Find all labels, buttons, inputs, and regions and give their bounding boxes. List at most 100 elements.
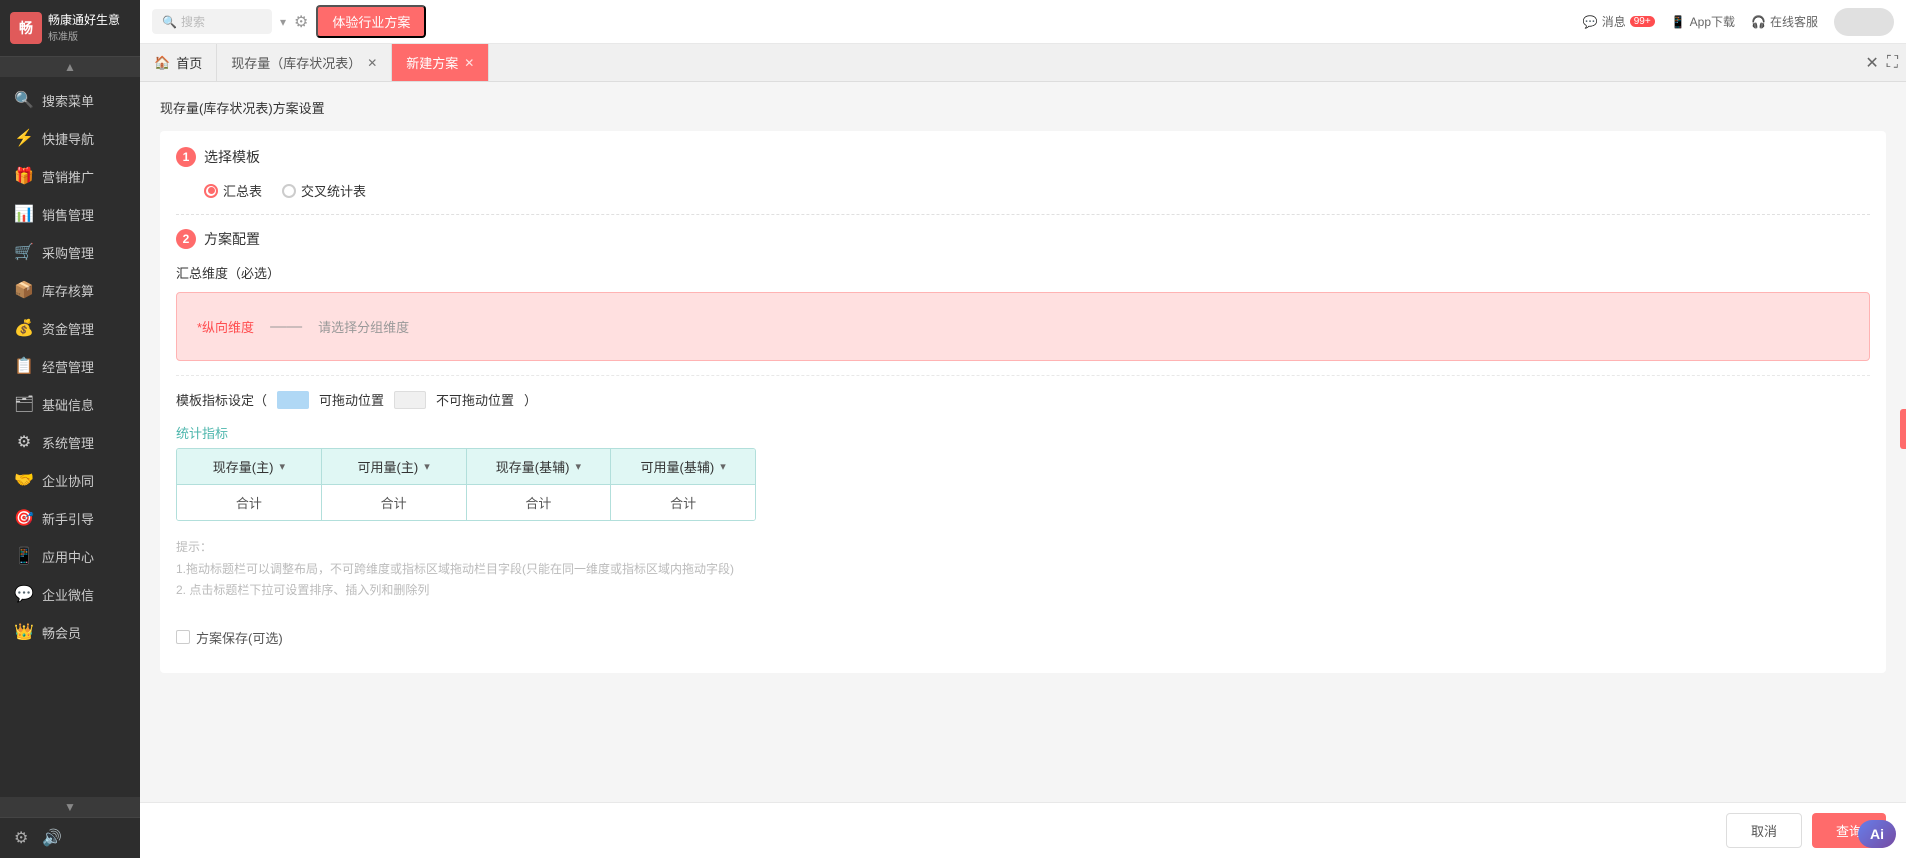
member-icon: 👑 [14, 622, 34, 642]
maximize-window-icon[interactable]: ⛶ [1887, 54, 1898, 72]
marketing-icon: 🎁 [14, 166, 34, 186]
cell1: 合计 [322, 485, 467, 520]
save-checkbox[interactable] [176, 630, 190, 644]
tip2: 2. 点击标题栏下拉可设置排序、插入列和删除列 [176, 580, 1870, 602]
sidebar-item-wechat[interactable]: 💬 企业微信 [0, 575, 140, 613]
scheme-settings-card: 1 选择模板 汇总表 交叉统计表 2 方案配置 汇总维度（必选） [160, 131, 1886, 673]
sidebar-item-shortcut[interactable]: ⚡ 快捷导航 [0, 119, 140, 157]
cell0: 合计 [177, 485, 322, 520]
radio-summary[interactable]: 汇总表 [204, 181, 262, 200]
col1-chevron-icon: ▾ [424, 460, 430, 473]
non-draggable-indicator [394, 391, 426, 409]
topbar-search[interactable]: 🔍 搜索 [152, 9, 272, 34]
sidebar: 畅 畅康通好生意 标准版 ▲ 🔍 搜索菜单 ⚡ 快捷导航 🎁 营销推广 📊 销售… [0, 0, 140, 858]
col0-chevron-icon: ▾ [279, 460, 285, 473]
col3-chevron-icon: ▾ [720, 460, 726, 473]
window-controls: ✕ ⛶ [1857, 44, 1906, 81]
sidebar-item-label: 基础信息 [42, 395, 94, 414]
sidebar-item-label: 搜索菜单 [42, 91, 94, 110]
tip1: 1.拖动标题栏可以调整布局，不可跨维度或指标区域拖动栏目字段(只能在同一维度或指… [176, 559, 1870, 581]
topbar-right: 💬 消息 99+ 📱 App下载 🎧 在线客服 [1583, 8, 1894, 36]
content-area: 现存量(库存状况表)方案设置 1 选择模板 汇总表 交叉统计表 [140, 82, 1906, 802]
sidebar-item-label: 畅会员 [42, 623, 81, 642]
close-window-icon[interactable]: ✕ [1865, 53, 1878, 73]
main-area: 🔍 搜索 ▾ ⚙ 体验行业方案 💬 消息 99+ 📱 App下载 🎧 在线客服 [140, 0, 1906, 858]
purchase-icon: 🛒 [14, 242, 34, 262]
step2-header: 2 方案配置 [176, 229, 1870, 249]
tab-inventory-status[interactable]: 现存量（库存状况表） ✕ [217, 44, 392, 81]
step1-number: 1 [176, 147, 196, 167]
cancel-button[interactable]: 取消 [1726, 813, 1802, 848]
user-avatar[interactable] [1834, 8, 1894, 36]
ai-badge[interactable]: Ai [1858, 820, 1896, 848]
inventory-icon: 📦 [14, 280, 34, 300]
radio-cross[interactable]: 交叉统计表 [282, 181, 366, 200]
col-available-main[interactable]: 可用量(主) ▾ [322, 449, 467, 484]
dropdown-chevron-icon[interactable]: ▾ [280, 15, 286, 29]
speaker-icon[interactable]: 🔊 [42, 828, 62, 848]
sidebar-bottom: ⚙ 🔊 [0, 817, 140, 858]
col2-chevron-icon: ▾ [575, 460, 581, 473]
sidebar-item-label: 企业微信 [42, 585, 94, 604]
sidebar-scroll-up[interactable]: ▲ [0, 57, 140, 77]
sidebar-item-search[interactable]: 🔍 搜索菜单 [0, 81, 140, 119]
cooperation-icon: 🤝 [14, 470, 34, 490]
metrics-table: 现存量(主) ▾ 可用量(主) ▾ 现存量(基辅) ▾ 可用量(基辅) [176, 448, 756, 521]
sidebar-item-label: 企业协同 [42, 471, 94, 490]
dimension-placeholder: 请选择分组维度 [318, 317, 409, 336]
search-icon: 🔍 [14, 90, 34, 110]
business-icon: 📋 [14, 356, 34, 376]
headset-icon: 🎧 [1751, 15, 1766, 29]
tab-close-inventory[interactable]: ✕ [367, 56, 377, 70]
sidebar-item-label: 经营管理 [42, 357, 94, 376]
sidebar-item-system[interactable]: ⚙ 系统管理 [0, 423, 140, 461]
system-icon: ⚙ [14, 432, 34, 452]
non-draggable-label: 不可拖动位置 [436, 390, 514, 409]
trial-button[interactable]: 体验行业方案 [316, 5, 426, 38]
sidebar-item-cooperation[interactable]: 🤝 企业协同 [0, 461, 140, 499]
step1-divider [176, 214, 1870, 215]
sidebar-item-member[interactable]: 👑 畅会员 [0, 613, 140, 651]
col-available-aux[interactable]: 可用量(基辅) ▾ [611, 449, 755, 484]
finance-icon: 💰 [14, 318, 34, 338]
sidebar-item-appstore[interactable]: 📱 应用中心 [0, 537, 140, 575]
service-button[interactable]: 🎧 在线客服 [1751, 13, 1818, 30]
cell3: 合计 [611, 485, 755, 520]
gear-icon[interactable]: ⚙ [294, 12, 308, 32]
dimension-area[interactable]: *纵向维度 —— 请选择分组维度 [176, 292, 1870, 361]
col-current-main[interactable]: 现存量(主) ▾ [177, 449, 322, 484]
sidebar-item-newbie[interactable]: 🎯 新手引导 [0, 499, 140, 537]
sidebar-item-marketing[interactable]: 🎁 营销推广 [0, 157, 140, 195]
col-current-aux[interactable]: 现存量(基辅) ▾ [467, 449, 612, 484]
radio-summary-circle [204, 184, 218, 198]
metrics-table-body: 合计 合计 合计 合计 [177, 484, 755, 520]
cell2: 合计 [467, 485, 612, 520]
sidebar-scroll-down[interactable]: ▼ [0, 797, 140, 817]
app-download-button[interactable]: 📱 App下载 [1671, 13, 1735, 30]
required-marker: *纵向维度 [197, 317, 254, 336]
message-button[interactable]: 💬 消息 99+ [1583, 13, 1655, 30]
sidebar-item-label: 快捷导航 [42, 129, 94, 148]
message-icon: 💬 [1583, 15, 1598, 29]
tab-new-scheme[interactable]: 新建方案 ✕ [392, 44, 489, 81]
sidebar-item-purchase[interactable]: 🛒 采购管理 [0, 233, 140, 271]
settings-icon[interactable]: ⚙ [14, 828, 28, 848]
app-name: 畅康通好生意 [48, 13, 120, 29]
summary-dimension-label: 汇总维度（必选） [176, 263, 1870, 282]
stats-title: 统计指标 [176, 423, 1870, 442]
basic-icon: 🗂 [14, 394, 34, 414]
tab-close-new-scheme[interactable]: ✕ [464, 56, 474, 70]
right-edge-indicator[interactable] [1900, 409, 1906, 449]
tips-section: 提示： 1.拖动标题栏可以调整布局，不可跨维度或指标区域拖动栏目字段(只能在同一… [176, 537, 1870, 602]
sidebar-item-finance[interactable]: 💰 资金管理 [0, 309, 140, 347]
app-logo-icon: 畅 [10, 12, 42, 44]
sidebar-item-sales[interactable]: 📊 销售管理 [0, 195, 140, 233]
sidebar-item-basic[interactable]: 🗂 基础信息 [0, 385, 140, 423]
sidebar-item-business[interactable]: 📋 经营管理 [0, 347, 140, 385]
sidebar-item-inventory[interactable]: 📦 库存核算 [0, 271, 140, 309]
tab-home[interactable]: 🏠 首页 [140, 44, 217, 81]
sidebar-logo: 畅 畅康通好生意 标准版 [0, 0, 140, 57]
wechat-icon: 💬 [14, 584, 34, 604]
appstore-icon: 📱 [14, 546, 34, 566]
step1-header: 1 选择模板 [176, 147, 1870, 167]
